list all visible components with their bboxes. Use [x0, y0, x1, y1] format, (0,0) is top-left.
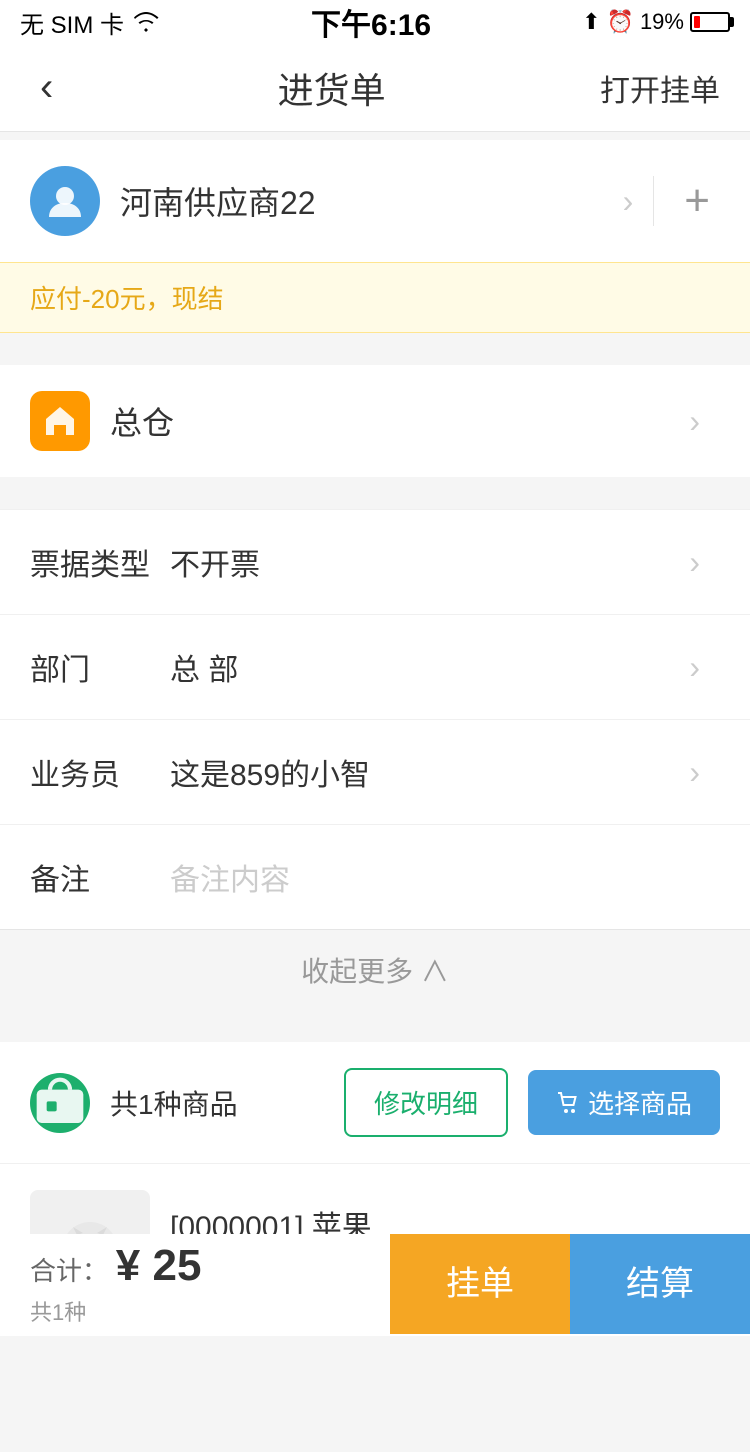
- location-icon: ⬆: [582, 9, 600, 35]
- supplier-name: 河南供应商22: [120, 178, 623, 224]
- supplier-row[interactable]: 河南供应商22 › +: [0, 140, 750, 262]
- products-icon: [30, 1073, 90, 1133]
- shopping-icon: [30, 1073, 90, 1133]
- checkout-button[interactable]: 结算: [570, 1234, 750, 1334]
- edit-detail-button[interactable]: 修改明细: [344, 1068, 508, 1137]
- total-amount: ¥ 25: [116, 1241, 202, 1290]
- remark-row[interactable]: 备注 备注内容: [0, 824, 750, 929]
- collapse-button[interactable]: 收起更多 ∧: [0, 929, 750, 1010]
- sales-value: 这是859的小智: [170, 750, 689, 794]
- dept-value: 总 部: [170, 645, 689, 689]
- cart-icon: [556, 1091, 580, 1115]
- bottom-bar: 合计： ¥ 25 共1种 挂单 结算: [0, 1234, 750, 1334]
- supplier-section: 河南供应商22 › + 应付-20元，现结: [0, 140, 750, 333]
- warehouse-section: 总仓 ›: [0, 365, 750, 477]
- invoice-chevron-icon: ›: [689, 544, 700, 581]
- person-icon: [45, 181, 85, 221]
- select-product-button[interactable]: 选择商品: [528, 1070, 720, 1135]
- product-count: 共1种商品: [110, 1083, 324, 1123]
- invoice-row[interactable]: 票据类型 不开票 ›: [0, 509, 750, 614]
- open-pending-button[interactable]: 打开挂单: [600, 66, 720, 110]
- back-button[interactable]: ‹: [30, 55, 63, 120]
- warehouse-chevron-icon: ›: [689, 403, 700, 440]
- dept-chevron-icon: ›: [689, 649, 700, 686]
- warehouse-row[interactable]: 总仓 ›: [0, 365, 750, 477]
- remark-placeholder: 备注内容: [170, 855, 720, 899]
- supplier-avatar: [30, 166, 100, 236]
- divider: [653, 176, 654, 226]
- status-right: ⬆ ⏰ 19%: [582, 9, 730, 35]
- sales-label: 业务员: [30, 750, 170, 794]
- sales-chevron-icon: ›: [689, 754, 700, 791]
- notice-bar: 应付-20元，现结: [0, 262, 750, 333]
- battery-icon: [690, 12, 730, 32]
- home-icon: [42, 403, 78, 439]
- page-title: 进货单: [278, 62, 386, 114]
- total-count: 共1种: [30, 1295, 360, 1327]
- sales-row[interactable]: 业务员 这是859的小智 ›: [0, 719, 750, 824]
- warehouse-icon: [30, 391, 90, 451]
- status-time: 下午6:16: [311, 0, 431, 44]
- remark-label: 备注: [30, 855, 170, 899]
- pending-button[interactable]: 挂单: [390, 1234, 570, 1334]
- dept-label: 部门: [30, 645, 170, 689]
- total-section: 合计： ¥ 25 共1种: [0, 1241, 390, 1327]
- status-bar: 无 SIM 卡 下午6:16 ⬆ ⏰ 19%: [0, 0, 750, 44]
- dept-row[interactable]: 部门 总 部 ›: [0, 614, 750, 719]
- total-row: 合计： ¥ 25: [30, 1241, 360, 1291]
- alarm-icon: ⏰: [607, 9, 634, 35]
- wifi-icon: [132, 12, 160, 32]
- total-label: 合计：: [30, 1256, 108, 1286]
- select-product-label: 选择商品: [588, 1084, 692, 1121]
- form-section: 票据类型 不开票 › 部门 总 部 › 业务员 这是859的小智 › 备注 备注…: [0, 509, 750, 1010]
- invoice-value: 不开票: [170, 540, 689, 584]
- supplier-chevron-icon: ›: [623, 183, 634, 220]
- battery-percent: 19%: [640, 9, 684, 35]
- invoice-label: 票据类型: [30, 540, 170, 584]
- nav-bar: ‹ 进货单 打开挂单: [0, 44, 750, 132]
- warehouse-name: 总仓: [110, 398, 689, 444]
- products-header: 共1种商品 修改明细 选择商品: [0, 1042, 750, 1163]
- status-left: 无 SIM 卡: [20, 5, 160, 40]
- notice-text: 应付-20元，现结: [30, 284, 224, 314]
- carrier-text: 无 SIM 卡: [20, 5, 124, 40]
- add-button[interactable]: +: [674, 176, 720, 226]
